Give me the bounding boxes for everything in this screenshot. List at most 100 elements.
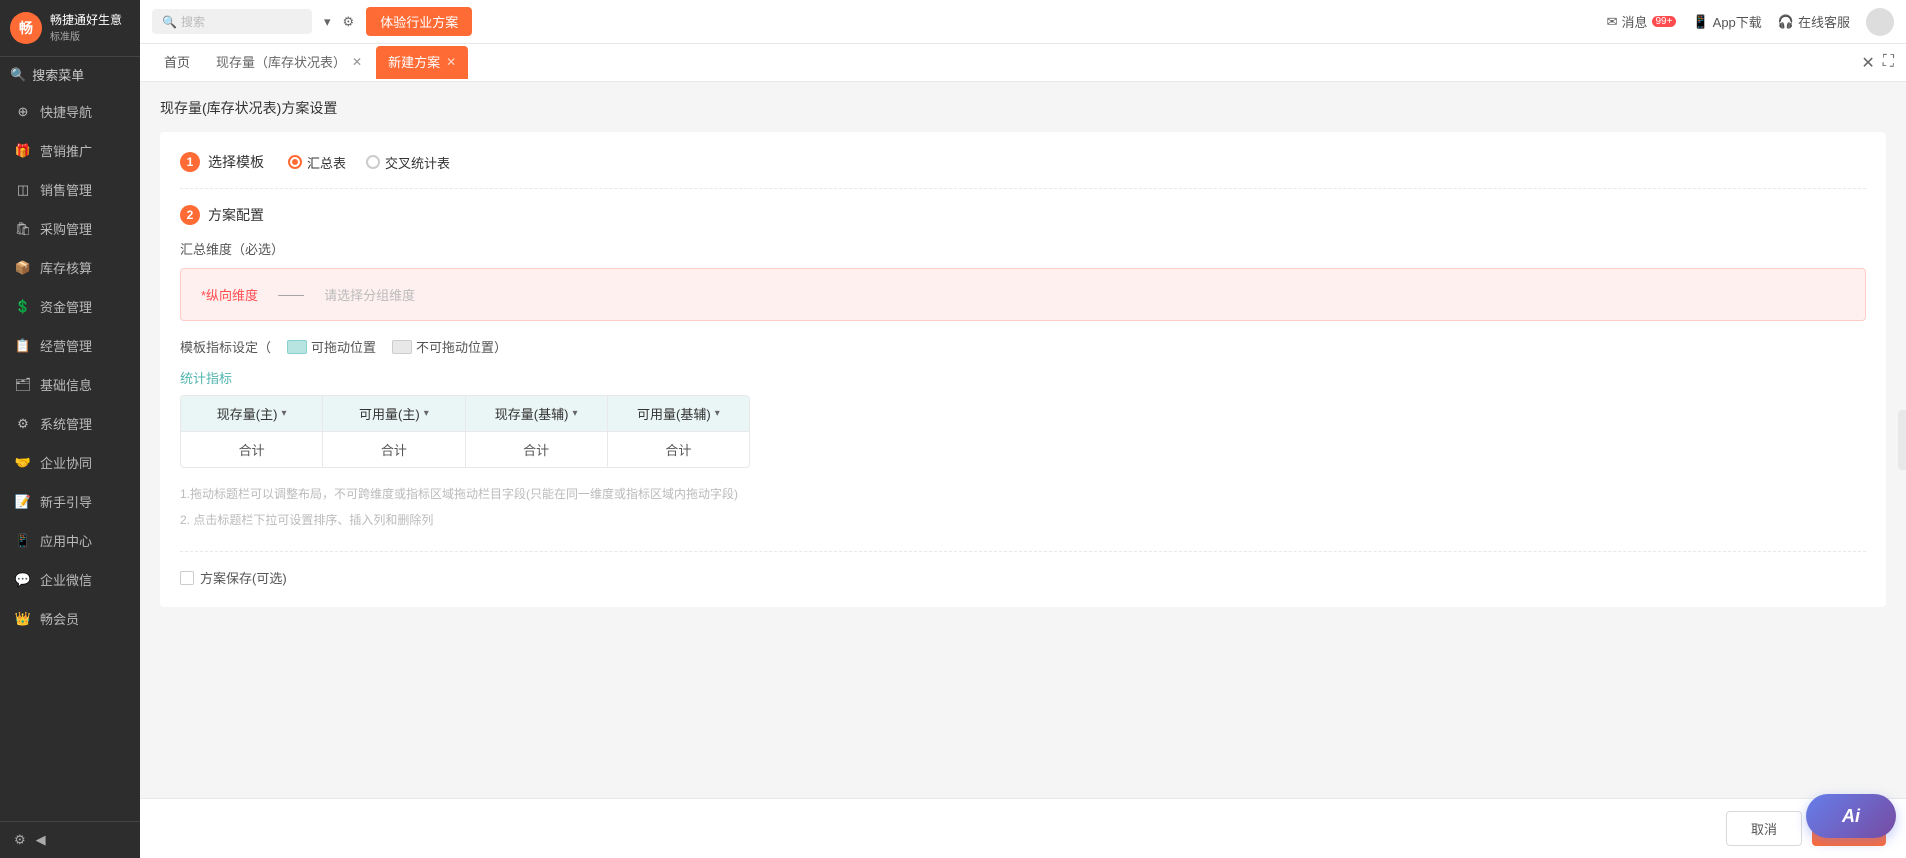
content-area: 现存量(库存状况表)方案设置 1 选择模板 汇总表 交叉统计表	[140, 82, 1906, 798]
sidebar-item-finance[interactable]: 💲 资金管理	[0, 287, 140, 326]
sidebar-nav: ⊕ 快捷导航 🎁 营销推广 ◫ 销售管理 🛍 采购管理 📦 库存核算 💲 资金管…	[0, 92, 140, 821]
ai-bubble[interactable]: Ai	[1806, 794, 1896, 838]
stats-col-3[interactable]: 现存量(基辅) ▾	[466, 396, 608, 431]
dimension-box[interactable]: *纵向维度 —— 请选择分组维度	[180, 268, 1866, 321]
main-area: 🔍 搜索 ▾ ⚙ 体验行业方案 ✉ 消息 99+ 📱 App下载 🎧 在线客服	[140, 0, 1906, 858]
industry-plan-button[interactable]: 体验行业方案	[366, 7, 472, 36]
divider-2	[180, 551, 1866, 552]
message-item[interactable]: ✉ 消息 99+	[1607, 12, 1677, 31]
sidebar-footer: ⚙ ◀	[0, 821, 140, 858]
user-avatar[interactable]	[1866, 8, 1894, 36]
guide-icon: 📝	[14, 493, 32, 511]
fixed-indicator	[392, 340, 412, 354]
template-radio-group: 汇总表 交叉统计表	[288, 153, 450, 172]
sales-icon: ◫	[14, 181, 32, 199]
wechat-icon: 💬	[14, 571, 32, 589]
member-icon: 👑	[14, 610, 32, 628]
col4-dropdown-icon: ▾	[715, 408, 720, 419]
app-download-item[interactable]: 📱 App下载	[1692, 12, 1761, 31]
apps-icon: 📱	[14, 532, 32, 550]
tab-home[interactable]: 首页	[152, 46, 202, 79]
headset-icon: 🎧	[1778, 14, 1794, 30]
step1-header: 1 选择模板 汇总表 交叉统计表	[180, 152, 1866, 172]
logo-text: 畅捷通好生意 标准版	[50, 13, 122, 44]
tab-close-inventory[interactable]: ✕	[352, 55, 362, 69]
indicator-row: 模板指标设定（ 可拖动位置 不可拖动位置）	[180, 337, 1866, 356]
topbar-right: ✉ 消息 99+ 📱 App下载 🎧 在线客服	[1607, 8, 1894, 36]
stats-col-1[interactable]: 现存量(主) ▾	[181, 396, 323, 431]
topbar: 🔍 搜索 ▾ ⚙ 体验行业方案 ✉ 消息 99+ 📱 App下载 🎧 在线客服	[140, 0, 1906, 44]
stats-table-header: 现存量(主) ▾ 可用量(主) ▾ 现存量(基辅) ▾	[181, 396, 749, 431]
logo-icon: 畅	[10, 12, 42, 44]
sidebar-item-inventory[interactable]: 📦 库存核算	[0, 248, 140, 287]
col3-dropdown-icon: ▾	[572, 408, 577, 419]
tab-inventory-status[interactable]: 现存量（库存状况表） ✕	[204, 46, 374, 79]
tabbar: 首页 现存量（库存状况表） ✕ 新建方案 ✕ ✕ ⛶	[140, 44, 1906, 82]
stats-col-2[interactable]: 可用量(主) ▾	[323, 396, 465, 431]
right-panel-handle[interactable]	[1898, 410, 1906, 470]
settings-card: 1 选择模板 汇总表 交叉统计表	[160, 132, 1886, 607]
radio-summary[interactable]: 汇总表	[288, 153, 346, 172]
app-download-icon: 📱	[1692, 14, 1708, 30]
sidebar-item-apps[interactable]: 📱 应用中心	[0, 521, 140, 560]
sidebar-logo: 畅 畅捷通好生意 标准版	[0, 0, 140, 57]
dimension-placeholder: 请选择分组维度	[324, 285, 415, 304]
footer-bar: 取消 查询	[140, 798, 1906, 858]
quick-nav-icon: ⊕	[14, 103, 32, 121]
tabbar-controls: ✕ ⛶	[1861, 53, 1894, 73]
corp-icon: 🤝	[14, 454, 32, 472]
radio-summary-circle	[288, 155, 302, 169]
stats-section: 统计指标 现存量(主) ▾ 可用量(主) ▾	[180, 368, 1866, 468]
stats-cell-1-3: 合计	[466, 432, 608, 467]
system-icon: ⚙	[14, 415, 32, 433]
stats-table: 现存量(主) ▾ 可用量(主) ▾ 现存量(基辅) ▾	[180, 395, 750, 468]
settings-icon[interactable]: ⚙	[14, 832, 26, 848]
save-option: 方案保存(可选)	[180, 568, 1866, 587]
tip-1: 1.拖动标题栏可以调整布局，不可跨维度或指标区域拖动栏目字段(只能在同一维度或指…	[180, 484, 1866, 506]
tip-2: 2. 点击标题栏下拉可设置排序、插入列和删除列	[180, 510, 1866, 532]
radio-cross-circle	[366, 155, 380, 169]
message-icon: ✉	[1607, 14, 1618, 30]
purchase-icon: 🛍	[14, 220, 32, 238]
tab-close-new-plan[interactable]: ✕	[446, 55, 456, 69]
indicator-label: 模板指标设定（	[180, 337, 271, 356]
divider-1	[180, 188, 1866, 189]
sidebar-item-guide[interactable]: 📝 新手引导	[0, 482, 140, 521]
tab-new-plan[interactable]: 新建方案 ✕	[376, 46, 468, 79]
col2-dropdown-icon: ▾	[424, 408, 429, 419]
sidebar-item-quick-nav[interactable]: ⊕ 快捷导航	[0, 92, 140, 131]
collapse-icon[interactable]: ◀	[36, 832, 46, 848]
search-icon: 🔍	[10, 67, 26, 83]
topbar-gear-icon[interactable]: ⚙	[343, 14, 355, 30]
sidebar-search[interactable]: 🔍 搜索菜单	[0, 57, 140, 92]
expand-tab-control[interactable]: ⛶	[1883, 53, 1894, 73]
sidebar-item-sales[interactable]: ◫ 销售管理	[0, 170, 140, 209]
message-badge: 99+	[1652, 16, 1677, 27]
step2-header: 2 方案配置	[180, 205, 1866, 225]
radio-cross[interactable]: 交叉统计表	[366, 153, 450, 172]
sidebar-item-member[interactable]: 👑 畅会员	[0, 599, 140, 638]
sidebar-item-corp[interactable]: 🤝 企业协同	[0, 443, 140, 482]
save-checkbox[interactable]	[180, 571, 194, 585]
topbar-dropdown-icon[interactable]: ▾	[324, 14, 331, 30]
sidebar-item-basic[interactable]: 🗂 基础信息	[0, 365, 140, 404]
stats-title: 统计指标	[180, 368, 1866, 387]
marketing-icon: 🎁	[14, 142, 32, 160]
cancel-button[interactable]: 取消	[1726, 811, 1802, 846]
step1-title: 选择模板	[208, 152, 264, 172]
sidebar-item-wechat[interactable]: 💬 企业微信	[0, 560, 140, 599]
dimension-required-label: *纵向维度	[201, 285, 258, 304]
sidebar-item-system[interactable]: ⚙ 系统管理	[0, 404, 140, 443]
topbar-search-icon: 🔍	[162, 15, 177, 29]
sidebar-item-management[interactable]: 📋 经营管理	[0, 326, 140, 365]
draggable-indicator	[287, 340, 307, 354]
tips-section: 1.拖动标题栏可以调整布局，不可跨维度或指标区域拖动栏目字段(只能在同一维度或指…	[180, 484, 1866, 531]
online-service-item[interactable]: 🎧 在线客服	[1778, 12, 1850, 31]
sidebar-item-purchase[interactable]: 🛍 采购管理	[0, 209, 140, 248]
topbar-search[interactable]: 🔍 搜索	[152, 9, 312, 34]
stats-col-4[interactable]: 可用量(基辅) ▾	[608, 396, 749, 431]
basic-icon: 🗂	[14, 376, 32, 394]
stats-cell-1-1: 合计	[181, 432, 323, 467]
close-tab-control[interactable]: ✕	[1861, 53, 1874, 73]
sidebar-item-marketing[interactable]: 🎁 营销推广	[0, 131, 140, 170]
